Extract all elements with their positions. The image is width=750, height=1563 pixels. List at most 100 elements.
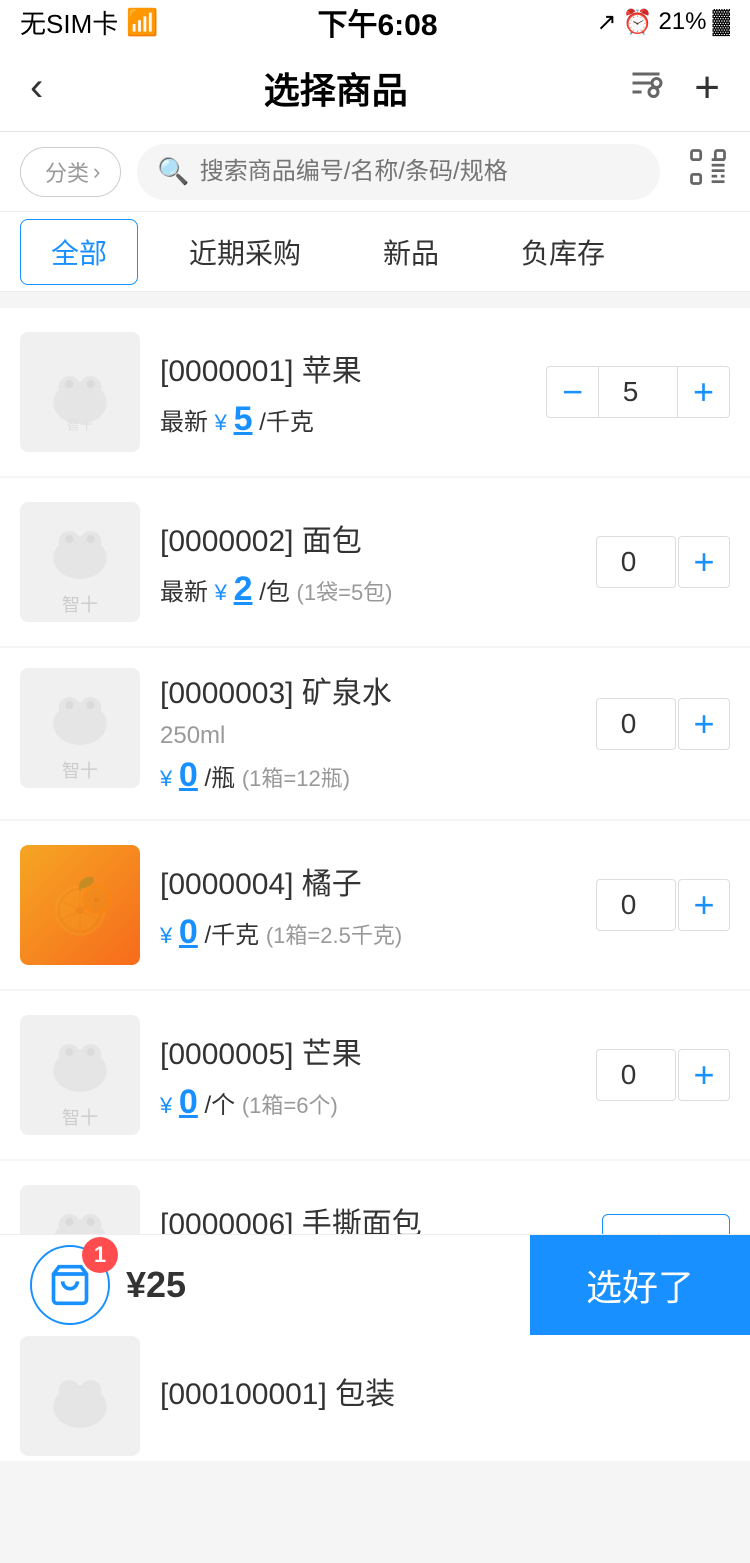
product-price: 最新 ¥ 5 /千克 [160,400,536,439]
category-button[interactable]: 分类 › [20,147,121,197]
product-list: 智十 [0000001] 苹果 最新 ¥ 5 /千克 − + [0,308,750,1563]
price-note: (1袋=5包) [297,580,393,605]
quantity-control-tangerine: + [596,879,730,931]
status-bar: 无SIM卡 📶 下午6:08 ↗ ⏰ 21% ▓ [0,0,750,44]
svg-text:智十: 智十 [67,417,94,432]
product-info-tangerine: [0000004] 橘子 ¥ 0 /千克 (1箱=2.5千克) [160,859,586,952]
bottom-bar: 1 ¥25 选好了 [0,1234,750,1334]
quantity-control-apple: − + [546,366,730,418]
product-image-tangerine [20,845,140,965]
cart-area: 1 ¥25 [0,1245,530,1325]
table-row: [000100001] 包装 [0,1331,750,1461]
quantity-input[interactable] [598,366,678,418]
price-value: 0 [179,1083,198,1121]
search-icon: 🔍 [157,156,189,187]
status-right: ↗ ⏰ 21% ▓ [596,8,730,37]
price-value: 2 [234,570,253,608]
price-note: (1箱=6个) [242,1093,338,1118]
scan-icon[interactable] [686,145,730,198]
nav-right-actions: + [628,63,720,113]
tabs-bar: 全部 近期采购 新品 负库存 [0,212,750,292]
table-row: 智十 [0000003] 矿泉水 250ml ¥ 0 /瓶 (1箱=12瓶) + [0,648,750,819]
price-currency: ¥ [160,923,172,948]
quantity-input[interactable] [596,698,676,750]
quantity-increase-button[interactable]: + [678,698,730,750]
quantity-control-bread: + [596,536,730,588]
product-name: [0000002] 面包 [160,516,586,560]
quantity-control-water: + [596,698,730,750]
product-info-packaging: [000100001] 包装 [160,1369,730,1423]
category-label: 分类 [45,156,89,188]
product-price: ¥ 0 /千克 (1箱=2.5千克) [160,913,586,952]
product-info-mango: [0000005] 芒果 ¥ 0 /个 (1箱=6个) [160,1029,586,1122]
page-title: 选择商品 [264,62,408,114]
product-image-water: 智十 [20,668,140,788]
price-currency: ¥ [215,580,227,605]
product-price: 最新 ¥ 2 /包 (1袋=5包) [160,570,586,609]
quantity-increase-button[interactable]: + [678,879,730,931]
carrier-text: 无SIM卡 [20,4,118,41]
price-label: 最新 [160,579,215,606]
product-image-packaging [20,1336,140,1456]
quantity-input[interactable] [596,1049,676,1101]
filter-icon[interactable] [628,65,664,110]
price-value: 0 [179,913,198,951]
wifi-icon: 📶 [126,7,158,38]
price-unit: /包 [259,579,290,606]
location-icon: ↗ [596,8,616,37]
quantity-decrease-button[interactable]: − [546,366,598,418]
quantity-input[interactable] [596,879,676,931]
price-unit: /千克 [205,922,260,949]
status-time: 下午6:08 [318,0,438,44]
tab-new-products[interactable]: 新品 [352,219,470,285]
price-currency: ¥ [215,410,227,435]
search-box: 🔍 [137,144,660,200]
quantity-input[interactable] [596,536,676,588]
quantity-control-mango: + [596,1049,730,1101]
cart-badge: 1 [82,1237,118,1273]
price-value: 5 [234,400,253,438]
battery-text: 21% [658,8,706,36]
quantity-increase-button[interactable]: + [678,536,730,588]
product-price: ¥ 0 /瓶 (1箱=12瓶) [160,756,586,795]
product-name: [0000004] 橘子 [160,859,586,903]
tab-negative-inventory[interactable]: 负库存 [490,219,636,285]
product-name: [0000001] 苹果 [160,346,536,390]
product-name: [0000003] 矿泉水 [160,668,586,712]
product-price: ¥ 0 /个 (1箱=6个) [160,1083,586,1122]
price-label: 最新 [160,409,215,436]
tab-all[interactable]: 全部 [20,219,138,285]
back-button[interactable]: ‹ [30,65,43,110]
price-unit: /个 [205,1092,236,1119]
price-currency: ¥ [160,766,172,791]
table-row: 智十 [0000002] 面包 最新 ¥ 2 /包 (1袋=5包) + [0,478,750,646]
search-input[interactable] [200,158,640,186]
nav-bar: ‹ 选择商品 + [0,44,750,132]
product-info-water: [0000003] 矿泉水 250ml ¥ 0 /瓶 (1箱=12瓶) [160,668,586,795]
product-image-bread: 智十 [20,502,140,622]
alarm-icon: ⏰ [623,8,653,37]
product-info-apple: [0000001] 苹果 最新 ¥ 5 /千克 [160,346,536,439]
price-unit: /瓶 [205,765,236,792]
table-row: [0000004] 橘子 ¥ 0 /千克 (1箱=2.5千克) + [0,821,750,989]
add-button[interactable]: + [694,63,720,113]
price-currency: ¥ [160,1093,172,1118]
table-row: 智十 [0000005] 芒果 ¥ 0 /个 (1箱=6个) + [0,991,750,1159]
tab-recent-purchase[interactable]: 近期采购 [158,219,332,285]
quantity-increase-button[interactable]: + [678,1049,730,1101]
price-note: (1箱=12瓶) [242,766,350,791]
quantity-increase-button[interactable]: + [678,366,730,418]
battery-icon: ▓ [712,8,730,36]
price-value: 0 [179,756,198,794]
filter-bar: 分类 › 🔍 [0,132,750,212]
status-left: 无SIM卡 📶 [20,4,159,41]
price-unit: /千克 [259,409,314,436]
cart-icon-button[interactable]: 1 [30,1245,110,1325]
category-arrow-icon: › [93,159,100,185]
product-image-mango: 智十 [20,1015,140,1135]
product-image-apple: 智十 [20,332,140,452]
cart-icon [48,1263,92,1307]
confirm-button[interactable]: 选好了 [530,1235,750,1335]
product-info-bread: [0000002] 面包 最新 ¥ 2 /包 (1袋=5包) [160,516,586,609]
product-name: [000100001] 包装 [160,1369,730,1413]
